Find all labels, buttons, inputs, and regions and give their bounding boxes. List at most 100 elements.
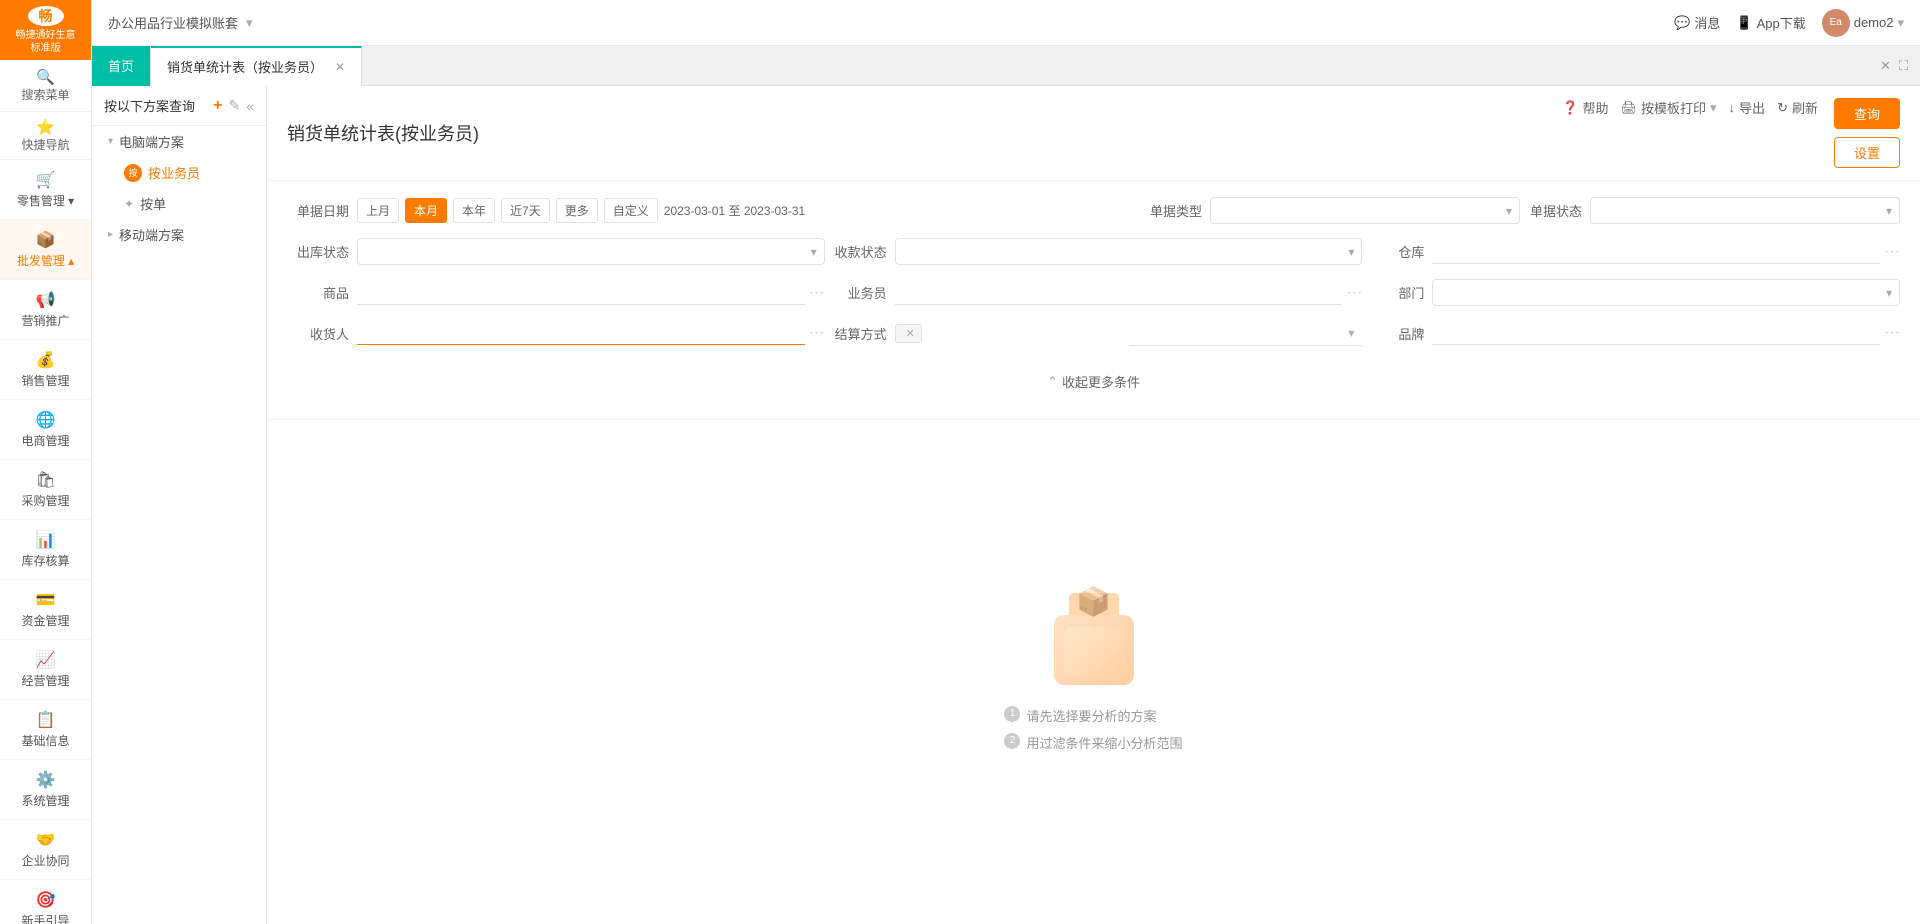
user-name: demo2	[1854, 15, 1894, 30]
doc-status-select[interactable]	[1590, 197, 1900, 224]
sidebar-item-enterprise[interactable]: 🤝 企业协同	[0, 820, 91, 880]
edit-scheme-button[interactable]: ✎	[228, 97, 240, 114]
doc-type-select[interactable]	[1210, 197, 1520, 224]
logo-text: 畅捷通好生意标准版	[16, 29, 76, 55]
refresh-button[interactable]: ↻ 刷新	[1777, 98, 1818, 117]
help-button[interactable]: ❓ 帮助	[1562, 98, 1608, 117]
receipt-status-select[interactable]	[895, 238, 1363, 265]
avatar-icon: Ea	[1822, 9, 1850, 37]
filter-brand: 品牌 ···	[1362, 321, 1900, 345]
date-this-month[interactable]: 本月	[405, 198, 447, 223]
sidebar-item-wholesale[interactable]: 📦 批发管理 ▴	[0, 220, 91, 280]
tree-expand-icon: ▾	[108, 136, 113, 147]
sidebar-item-operations[interactable]: 📈 经营管理	[0, 640, 91, 700]
warehouse-dots[interactable]: ···	[1884, 243, 1900, 261]
sidebar-search[interactable]: 🔍 搜索菜单	[0, 60, 91, 112]
salesperson-label: 业务员	[825, 283, 895, 302]
sidebar-logo: 畅 畅捷通好生意标准版	[0, 0, 91, 60]
search-label: 搜索菜单	[6, 86, 85, 103]
warehouse-input[interactable]	[1432, 240, 1880, 264]
settlement-control: ✕	[895, 324, 1129, 343]
collapse-panel-button[interactable]: «	[246, 98, 254, 114]
maximize-icon[interactable]: ⛶	[1899, 58, 1908, 74]
close-window-icon[interactable]: ✕	[1880, 58, 1891, 74]
sidebar-item-marketing[interactable]: 📢 营销推广	[0, 280, 91, 340]
tree-item-pc-schemes[interactable]: ▾ 电脑端方案	[92, 126, 266, 157]
content-area: 按以下方案查询 + ✎ « ▾ 电脑端方案 按 按业务员 ✦ 按单	[92, 86, 1920, 924]
department-select[interactable]	[1432, 279, 1900, 306]
sidebar-quick-nav[interactable]: ⭐ 快捷导航	[0, 112, 91, 160]
consignee-control	[357, 321, 805, 345]
topbar-left: 办公用品行业模拟账套 ▾	[108, 13, 253, 32]
salesperson-input[interactable]	[895, 281, 1343, 305]
help-label: 帮助	[1582, 98, 1608, 117]
brand-control	[1432, 321, 1880, 345]
app-download-button[interactable]: 📱 App下载	[1736, 13, 1805, 32]
brand-dots[interactable]: ···	[1884, 324, 1900, 342]
department-label: 部门	[1362, 283, 1432, 302]
sidebar-item-basic[interactable]: 📋 基础信息	[0, 700, 91, 760]
tab-home[interactable]: 首页	[92, 46, 151, 86]
filter-row-1: 单据日期 上月 本月 本年 近7天 更多 自定义 2023-03-01 至 20…	[287, 197, 1900, 224]
date-last-month[interactable]: 上月	[357, 198, 399, 223]
setting-button[interactable]: 设置	[1834, 137, 1900, 168]
marketing-icon: 📢	[4, 290, 87, 310]
sidebar-item-inventory[interactable]: 📊 库存核算	[0, 520, 91, 580]
sidebar-item-finance[interactable]: 💳 资金管理	[0, 580, 91, 640]
empty-hint-2: 2 用过滤条件来缩小分析范围	[1004, 732, 1182, 755]
out-status-select[interactable]	[357, 238, 825, 265]
print-button[interactable]: 🖨 按模板打印 ▾	[1620, 98, 1716, 117]
topbar: 办公用品行业模拟账套 ▾ 💬 消息 📱 App下载 Ea demo2 ▾	[92, 0, 1920, 46]
filter-out-status: 出库状态	[287, 238, 825, 265]
goods-input[interactable]	[357, 281, 805, 305]
left-panel-header: 按以下方案查询 + ✎ «	[92, 86, 266, 126]
goods-dots[interactable]: ···	[809, 284, 825, 302]
settlement-tag-close[interactable]: ✕	[906, 327, 915, 340]
salesperson-control	[895, 281, 1343, 305]
tree-item-mobile-schemes[interactable]: ▸ 移动端方案	[92, 219, 266, 250]
consignee-input[interactable]	[357, 321, 805, 345]
sidebar-item-newbie[interactable]: 🎯 新手引导	[0, 880, 91, 924]
tree-item-by-salesperson[interactable]: 按 按业务员	[92, 157, 266, 188]
salesperson-dots[interactable]: ···	[1346, 284, 1362, 302]
export-button[interactable]: ↓ 导出	[1729, 98, 1766, 117]
query-button[interactable]: 查询	[1834, 98, 1900, 129]
filter-goods: 商品 ···	[287, 281, 825, 305]
date-custom[interactable]: 自定义	[604, 198, 658, 223]
consignee-dots[interactable]: ···	[809, 324, 825, 342]
sidebar-item-system[interactable]: ⚙️ 系统管理	[0, 760, 91, 820]
settlement-select[interactable]	[1129, 320, 1363, 346]
sidebar-item-ecommerce[interactable]: 🌐 电商管理	[0, 400, 91, 460]
quick-nav-label: 快捷导航	[0, 136, 91, 153]
empty-hint-1: 1 请先选择要分析的方案	[1004, 705, 1182, 728]
filter-salesperson: 业务员 ···	[825, 281, 1363, 305]
date-label: 单据日期	[287, 201, 357, 220]
sidebar-item-retail[interactable]: 🛒 零售管理 ▾	[0, 160, 91, 220]
user-avatar[interactable]: Ea demo2 ▾	[1822, 9, 1904, 37]
sidebar-item-sales[interactable]: 💰 销售管理	[0, 340, 91, 400]
tab-close-button[interactable]: ✕	[335, 60, 345, 74]
warehouse-control	[1432, 240, 1880, 264]
filter-doc-status: 单据状态	[1520, 197, 1900, 224]
topbar-dropdown-icon[interactable]: ▾	[246, 15, 253, 31]
date-more[interactable]: 更多	[556, 198, 598, 223]
collapse-chevron-icon: ⌃	[1047, 374, 1058, 390]
home-tab-label: 首页	[108, 56, 134, 75]
empty-state: 📦 1 请先选择要分析的方案 2 用过滤条件来缩小分析范围	[267, 420, 1920, 924]
empty-box-icon: 📦	[1076, 585, 1111, 618]
date-filter-control: 上月 本月 本年 近7天 更多 自定义 2023-03-01 至 2023-03…	[357, 198, 1140, 223]
tree-item-mobile-label: 移动端方案	[119, 225, 184, 244]
date-last7days[interactable]: 近7天	[501, 198, 550, 223]
add-scheme-button[interactable]: +	[213, 97, 222, 115]
collapse-button[interactable]: ⌃ 收起更多条件	[1035, 368, 1152, 395]
system-icon: ⚙️	[4, 770, 87, 790]
newbie-icon: 🎯	[4, 890, 87, 910]
tree-item-by-order[interactable]: ✦ 按单	[92, 188, 266, 219]
date-this-year[interactable]: 本年	[453, 198, 495, 223]
sidebar-item-purchase[interactable]: 🛍 采购管理	[0, 460, 91, 520]
message-button[interactable]: 💬 消息	[1674, 13, 1720, 32]
tab-sales-report[interactable]: 销货单统计表（按业务员） ✕	[151, 46, 362, 86]
brand-input[interactable]	[1432, 321, 1880, 345]
filter-consignee: 收货人 ···	[287, 321, 825, 345]
user-dropdown-icon: ▾	[1897, 15, 1904, 31]
